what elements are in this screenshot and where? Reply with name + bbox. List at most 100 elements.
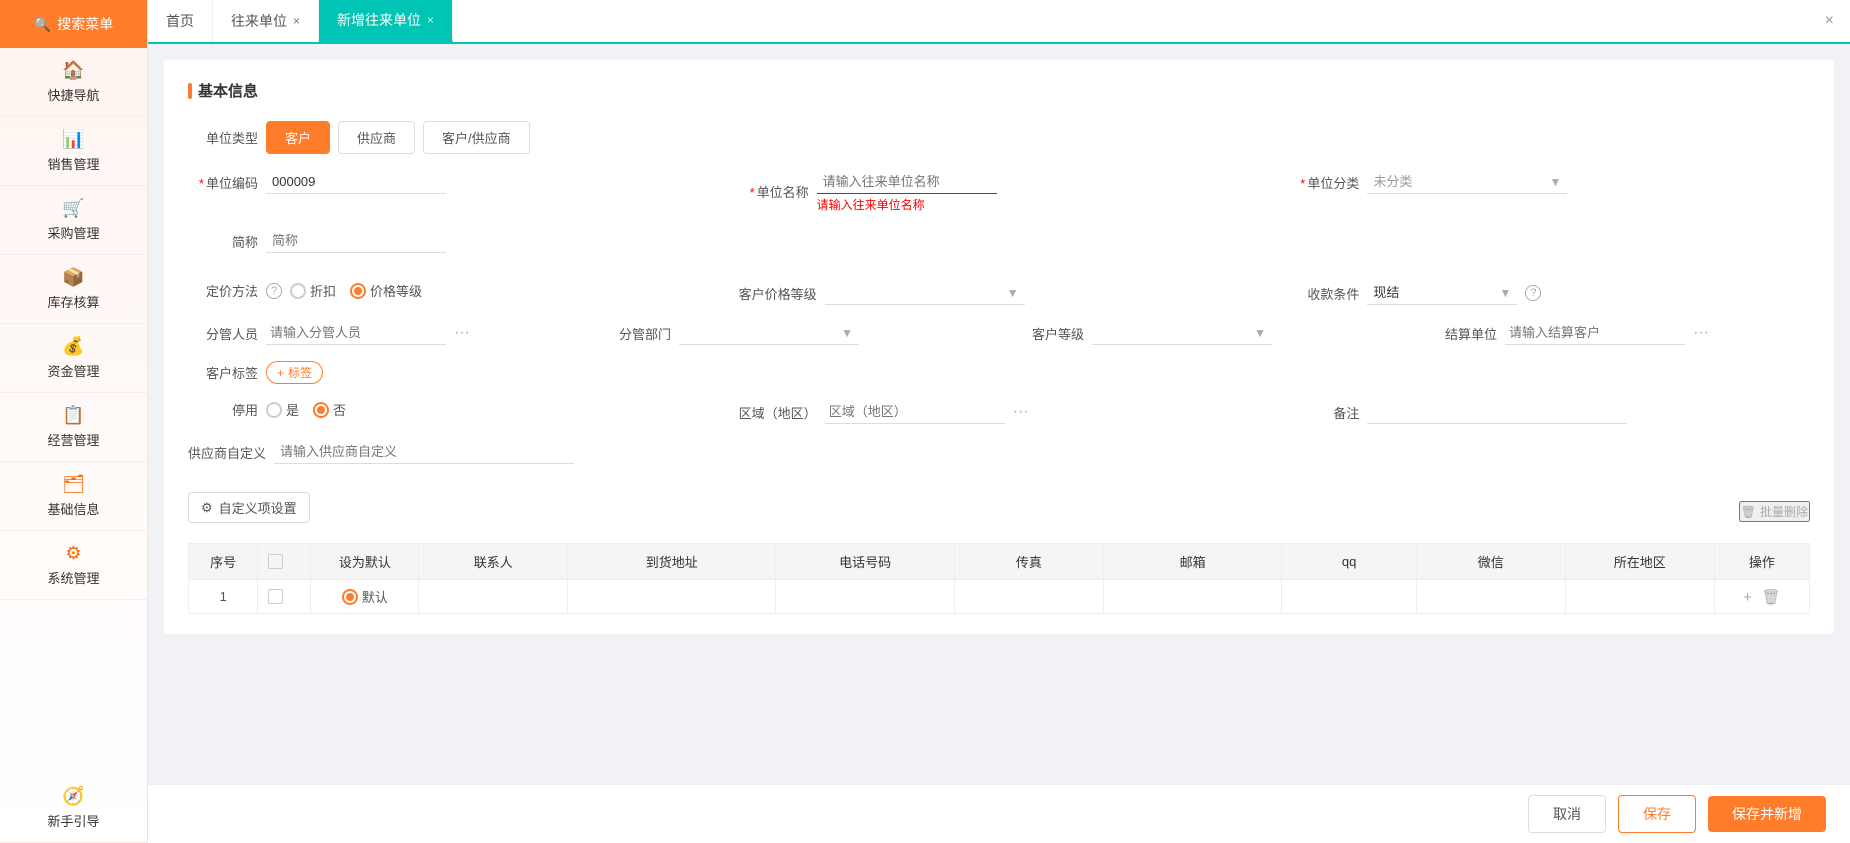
address-input[interactable] xyxy=(612,589,732,604)
sidebar-item-label: 资金管理 xyxy=(47,361,99,380)
region-more-icon[interactable]: ··· xyxy=(1009,403,1033,421)
payment-terms-label: 收款条件 xyxy=(1289,284,1359,303)
window-close-button[interactable]: × xyxy=(1809,0,1850,42)
pricing-help-icon[interactable]: ? xyxy=(266,283,282,299)
unit-type-group: 客户 供应商 客户/供应商 xyxy=(266,121,530,154)
manager-input[interactable] xyxy=(266,321,450,344)
sidebar-item-label: 新手引导 xyxy=(47,811,99,830)
unit-category-select[interactable]: 未分类 xyxy=(1367,170,1567,194)
section-title-basic: 基本信息 xyxy=(188,80,1810,101)
email-input[interactable] xyxy=(1143,589,1243,604)
sidebar-item-finance[interactable]: 💰 资金管理 xyxy=(0,324,147,393)
supplier-custom-input[interactable] xyxy=(274,440,574,464)
customer-price-select[interactable] xyxy=(825,281,1025,305)
batch-delete-button[interactable]: 🗑 批量删除 xyxy=(1739,501,1810,522)
stop-radio-no[interactable]: 否 xyxy=(313,400,346,419)
unit-btn-both[interactable]: 客户/供应商 xyxy=(423,121,530,154)
guide-icon: 🧭 xyxy=(62,786,84,807)
sidebar-item-operation[interactable]: 📋 经营管理 xyxy=(0,393,147,462)
cell-check xyxy=(258,580,311,614)
unit-type-field: 单位类型 客户 供应商 客户/供应商 xyxy=(188,121,1810,154)
tab-new-partner-close[interactable]: × xyxy=(427,13,434,27)
fax-input[interactable] xyxy=(989,589,1069,604)
pricing-radio-price-level[interactable]: 价格等级 xyxy=(350,281,422,300)
region-row-input[interactable] xyxy=(1600,589,1680,604)
remark-input[interactable] xyxy=(1367,400,1627,424)
cell-contact xyxy=(419,580,568,614)
th-contact: 联系人 xyxy=(419,544,568,580)
qq-input[interactable] xyxy=(1314,589,1384,604)
unit-btn-supplier[interactable]: 供应商 xyxy=(338,121,415,154)
row-add-icon[interactable]: + xyxy=(1740,589,1755,606)
row-default-radio[interactable]: 默认 xyxy=(342,587,388,606)
customer-level-field: 客户等级 ▼ xyxy=(1014,321,1397,345)
row-delete-icon[interactable]: 🗑 xyxy=(1759,589,1784,606)
supplier-custom-label: 供应商自定义 xyxy=(188,443,266,462)
pricing-radio-discount[interactable]: 折扣 xyxy=(290,281,336,300)
sidebar-item-guide[interactable]: 🧭 新手引导 xyxy=(0,774,147,843)
sidebar-item-quick-nav[interactable]: 🏠 快捷导航 xyxy=(0,48,147,117)
custom-settings-label: 自定义项设置 xyxy=(219,498,297,517)
sidebar-item-purchase[interactable]: 🛒 采购管理 xyxy=(0,186,147,255)
short-name-input[interactable] xyxy=(266,229,446,253)
row-checkbox[interactable] xyxy=(268,589,283,604)
tab-new-partner[interactable]: 新增往来单位 × xyxy=(319,0,453,42)
unit-category-field: *单位分类 未分类 ▼ xyxy=(1289,170,1810,194)
th-region: 所在地区 xyxy=(1565,544,1714,580)
payment-terms-help-icon[interactable]: ? xyxy=(1525,285,1541,301)
unit-type-label: 单位类型 xyxy=(188,128,258,147)
cell-region xyxy=(1565,580,1714,614)
wechat-input[interactable] xyxy=(1451,589,1531,604)
unit-code-input[interactable] xyxy=(266,170,446,194)
department-select[interactable] xyxy=(679,321,859,345)
tab-home[interactable]: 首页 xyxy=(148,0,213,42)
remark-label: 备注 xyxy=(1289,403,1359,422)
sidebar-item-system[interactable]: ⚙ 系统管理 xyxy=(0,531,147,600)
th-qq: qq xyxy=(1282,544,1416,580)
radio-price-level-circle xyxy=(350,283,366,299)
unit-category-select-wrapper: 未分类 ▼ xyxy=(1367,170,1567,194)
save-button[interactable]: 保存 xyxy=(1618,795,1696,833)
form-card: 基本信息 单位类型 客户 供应商 客户/供应商 *单位编码 xyxy=(164,60,1834,634)
payment-terms-field: 收款条件 现结 ▼ ? xyxy=(1289,281,1810,305)
phone-input[interactable] xyxy=(815,589,915,604)
cell-fax xyxy=(954,580,1103,614)
region-input[interactable] xyxy=(825,400,1009,423)
pricing-radio-group: 折扣 价格等级 xyxy=(290,281,422,300)
sidebar-item-inventory[interactable]: 📦 库存核算 xyxy=(0,255,147,324)
unit-name-label: *单位名称 xyxy=(739,182,809,201)
customer-level-select-wrapper: ▼ xyxy=(1092,321,1272,345)
select-all-checkbox[interactable] xyxy=(268,554,283,569)
tag-add-button[interactable]: + 标签 xyxy=(266,361,323,384)
content-area: 基本信息 单位类型 客户 供应商 客户/供应商 *单位编码 xyxy=(148,44,1850,784)
custom-settings-button[interactable]: ⚙ 自定义项设置 xyxy=(188,492,310,523)
save-add-button[interactable]: 保存并新增 xyxy=(1708,796,1826,832)
payment-terms-select[interactable]: 现结 xyxy=(1367,281,1517,305)
sidebar-item-basic[interactable]: 🗂 基础信息 xyxy=(0,462,147,531)
contact-input[interactable] xyxy=(453,589,533,604)
manager-field: 分管人员 ··· xyxy=(188,321,571,345)
tab-partners[interactable]: 往来单位 × xyxy=(213,0,319,42)
stop-field: 停用 是 否 xyxy=(188,400,709,419)
cancel-button[interactable]: 取消 xyxy=(1528,795,1606,833)
department-select-wrapper: ▼ xyxy=(679,321,859,345)
short-name-label: 简称 xyxy=(188,232,258,251)
settlement-unit-input[interactable] xyxy=(1505,321,1689,344)
settlement-more-icon[interactable]: ··· xyxy=(1689,324,1713,342)
customer-level-select[interactable] xyxy=(1092,321,1272,345)
search-menu-button[interactable]: 🔍 搜索菜单 xyxy=(0,0,147,48)
sidebar-item-label: 经营管理 xyxy=(47,430,99,449)
th-fax: 传真 xyxy=(954,544,1103,580)
sidebar-item-label: 采购管理 xyxy=(47,223,99,242)
settings-icon: ⚙ xyxy=(201,500,213,516)
radio-stop-yes-circle xyxy=(266,402,282,418)
th-action: 操作 xyxy=(1714,544,1809,580)
unit-btn-customer[interactable]: 客户 xyxy=(266,121,330,154)
unit-name-input[interactable] xyxy=(817,170,997,194)
th-email: 邮箱 xyxy=(1103,544,1282,580)
finance-icon: 💰 xyxy=(62,336,84,357)
manager-more-icon[interactable]: ··· xyxy=(450,324,474,342)
sidebar-item-sales[interactable]: 📊 销售管理 xyxy=(0,117,147,186)
stop-radio-yes[interactable]: 是 xyxy=(266,400,299,419)
tab-partners-close[interactable]: × xyxy=(293,14,300,28)
